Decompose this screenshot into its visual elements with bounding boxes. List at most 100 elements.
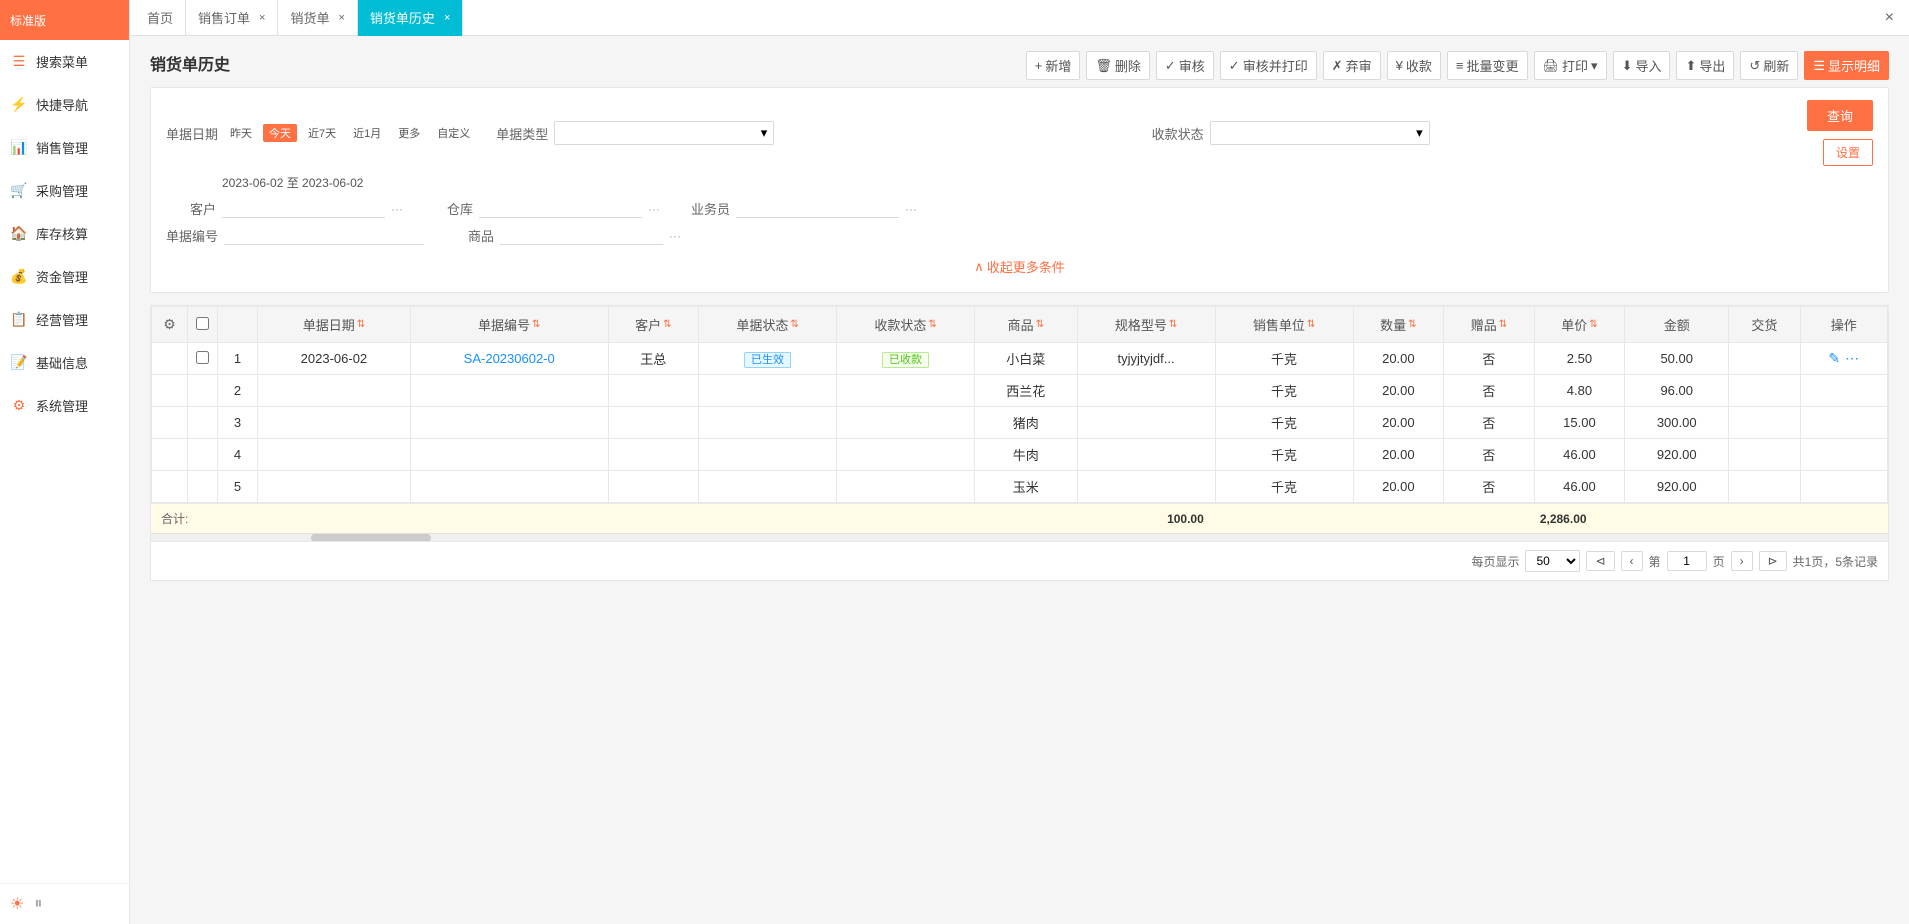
doc-no-link-1[interactable]: SA-20230602-0 [464, 351, 555, 366]
import-label: 导入 [1635, 56, 1661, 75]
tab-sales-order-close[interactable]: × [259, 12, 265, 24]
filter-warehouse-dots[interactable]: ··· [648, 202, 660, 216]
filter-goods-input[interactable] [500, 226, 663, 245]
horizontal-scrollbar[interactable] [151, 533, 1888, 541]
footer-total-qty: 100.00 [1122, 512, 1248, 526]
tab-home[interactable]: 首页 [135, 0, 186, 36]
th-customer[interactable]: 客户 ⇅ [608, 307, 698, 343]
filter-doc-no-input[interactable] [224, 226, 424, 245]
sidebar-item-inventory[interactable]: 🏠 库存核算 [0, 212, 129, 255]
td-amount-2: 96.00 [1625, 375, 1729, 407]
total-records: 共1页，5条记录 [1793, 553, 1878, 570]
date-7days[interactable]: 近7天 [302, 124, 342, 142]
th-settings[interactable]: ⚙ [152, 307, 188, 343]
td-doc-status-1: 已生效 [699, 343, 837, 375]
filter-salesperson-input[interactable] [736, 199, 899, 218]
th-goods[interactable]: 商品 ⇅ [975, 307, 1078, 343]
table-body: 1 2023-06-02 SA-20230602-0 王总 已生效 [152, 343, 1888, 503]
settings-icon[interactable]: ⚙ [163, 316, 176, 332]
audit-button[interactable]: ✓ 审核 [1156, 51, 1214, 80]
filter-goods-dots[interactable]: ··· [669, 229, 681, 243]
batch-change-label: 批量变更 [1466, 56, 1518, 75]
tab-sales-order[interactable]: 销售订单 × [186, 0, 278, 36]
tab-sales-history-close[interactable]: × [444, 12, 450, 24]
collect-button[interactable]: ¥ 收款 [1387, 51, 1441, 80]
show-detail-button[interactable]: ☰ 显示明细 [1804, 51, 1889, 80]
td-qty-1: 20.00 [1353, 343, 1444, 375]
query-button[interactable]: 查询 [1807, 100, 1873, 131]
set-button[interactable]: 设置 [1823, 139, 1873, 166]
collapse-button[interactable]: ∧ 收起更多条件 [970, 253, 1069, 280]
delete-button[interactable]: 🗑 删除 [1086, 51, 1150, 80]
date-more[interactable]: 更多 [392, 124, 426, 142]
td-checkbox-1 [188, 343, 218, 375]
sidebar-bottom-icon1[interactable]: ☀ [10, 894, 24, 914]
filter-customer-dots[interactable]: ··· [391, 202, 403, 216]
sidebar-item-search-menu[interactable]: ☰ 搜索菜单 [0, 40, 129, 83]
tab-sales-delivery[interactable]: 销货单 × [278, 0, 357, 36]
audit-print-button[interactable]: ✓ 审核并打印 [1220, 51, 1317, 80]
export-icon: ⬆ [1685, 58, 1696, 74]
abandon-button[interactable]: ✗ 弃审 [1323, 51, 1381, 80]
tab-sales-delivery-label: 销货单 [290, 8, 329, 27]
sidebar-item-finance[interactable]: 💰 资金管理 [0, 255, 129, 298]
sidebar-item-basic-info[interactable]: 📝 基础信息 [0, 341, 129, 384]
import-button[interactable]: ⬇ 导入 [1613, 51, 1671, 80]
th-unit[interactable]: 销售单位 ⇅ [1215, 307, 1353, 343]
action-edit-1[interactable]: ✎ [1828, 350, 1840, 367]
prev-page-btn[interactable]: ‹ [1621, 551, 1643, 571]
page-input[interactable] [1667, 551, 1707, 571]
th-collect-status[interactable]: 收款状态 ⇅ [837, 307, 975, 343]
th-doc-status[interactable]: 单据状态 ⇅ [699, 307, 837, 343]
tab-sales-history[interactable]: 销货单历史 × [358, 0, 463, 36]
row-checkbox-1[interactable] [196, 351, 209, 364]
date-yesterday[interactable]: 昨天 [224, 124, 258, 142]
td-doc-date-1: 2023-06-02 [258, 343, 411, 375]
tab-close-all[interactable]: × [1875, 9, 1904, 27]
filter-salesperson-dots[interactable]: ··· [905, 202, 917, 216]
main-area: 首页 销售订单 × 销货单 × 销货单历史 × × 销货单历史 + 新增 [130, 0, 1909, 924]
date-custom[interactable]: 自定义 [431, 124, 476, 142]
show-detail-icon: ☰ [1813, 58, 1825, 74]
td-action-3 [1800, 407, 1887, 439]
sidebar-item-sys-mgmt[interactable]: ⚙ 系统管理 [0, 384, 129, 427]
th-spec[interactable]: 规格型号 ⇅ [1077, 307, 1215, 343]
th-qty[interactable]: 数量 ⇅ [1353, 307, 1444, 343]
filter-customer-input[interactable] [222, 199, 385, 218]
sidebar-item-operations[interactable]: 📋 经营管理 [0, 298, 129, 341]
th-unit-price[interactable]: 单价 ⇅ [1534, 307, 1625, 343]
next-page-btn[interactable]: › [1731, 551, 1753, 571]
th-action: 操作 [1800, 307, 1887, 343]
date-today[interactable]: 今天 [263, 124, 297, 142]
td-customer-1: 王总 [608, 343, 698, 375]
filter-doc-type-select[interactable]: ▾ [554, 121, 774, 145]
tab-sales-delivery-close[interactable]: × [338, 12, 344, 24]
audit-icon: ✓ [1165, 58, 1176, 74]
sidebar-bottom-icon2[interactable]: ⏸ [34, 895, 42, 913]
filter-warehouse-input[interactable] [479, 199, 642, 218]
th-doc-date[interactable]: 单据日期 ⇅ [258, 307, 411, 343]
batch-change-button[interactable]: ≡ 批量变更 [1447, 51, 1528, 80]
collect-status-badge-1: 已收款 [882, 352, 929, 368]
add-button[interactable]: + 新增 [1026, 51, 1081, 80]
th-gift[interactable]: 赠品 ⇅ [1444, 307, 1534, 343]
sidebar-item-sales-mgmt[interactable]: 📊 销售管理 [0, 126, 129, 169]
sidebar-item-purchase-mgmt[interactable]: 🛒 采购管理 [0, 169, 129, 212]
print-button[interactable]: 🖨 打印 ▾ [1534, 51, 1607, 80]
first-page-btn[interactable]: ⊲ [1586, 551, 1614, 571]
th-doc-no[interactable]: 单据编号 ⇅ [410, 307, 608, 343]
date-range-options: 昨天 今天 近7天 近1月 更多 自定义 [224, 124, 476, 142]
sidebar-item-quick-nav[interactable]: ⚡ 快捷导航 [0, 83, 129, 126]
action-more-1[interactable]: ⋯ [1845, 350, 1859, 367]
page-size-select[interactable]: 50 100 200 [1525, 550, 1580, 572]
filter-collect-status-select[interactable]: ▾ [1210, 121, 1430, 145]
export-button[interactable]: ⬆ 导出 [1676, 51, 1734, 80]
td-spec-4 [1077, 439, 1215, 471]
abandon-icon: ✗ [1332, 58, 1343, 74]
sort-goods-icon: ⇅ [1036, 319, 1044, 330]
date-1month[interactable]: 近1月 [347, 124, 387, 142]
refresh-button[interactable]: ↺ 刷新 [1740, 51, 1798, 80]
select-all-checkbox[interactable] [196, 317, 209, 330]
collapse-arrow: ∧ [974, 259, 984, 275]
last-page-btn[interactable]: ⊳ [1759, 551, 1787, 571]
